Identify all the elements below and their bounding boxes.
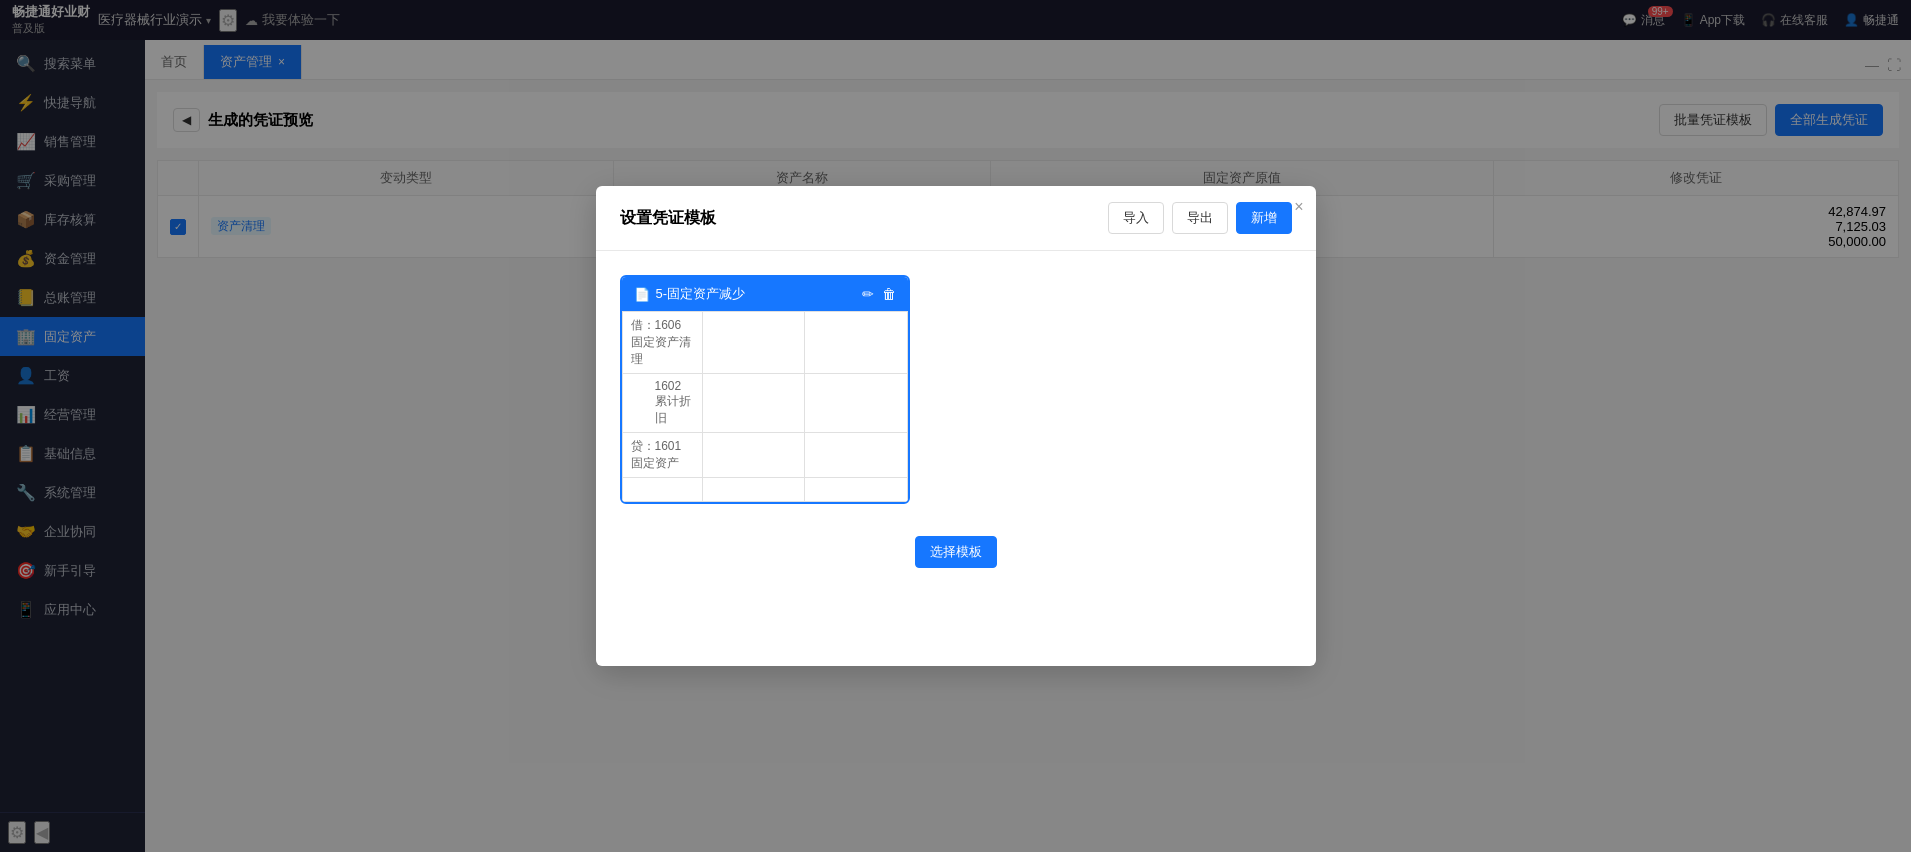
delete-template-btn[interactable]: 🗑	[882, 286, 896, 302]
document-icon: 📄	[634, 287, 650, 302]
card-title: 📄 5-固定资产减少	[634, 285, 746, 303]
entry-type-debit: 借：1606 固定资产清理	[622, 312, 702, 374]
main-area: 🔍 搜索菜单 ⚡ 快捷导航 📈 销售管理 🛒 采购管理 📦 库存核算	[0, 40, 1911, 852]
template-card: 📄 5-固定资产减少 ✏ 🗑	[620, 275, 910, 504]
import-btn[interactable]: 导入	[1108, 202, 1164, 234]
entry-type-credit: 贷：1601 固定资产	[622, 433, 702, 478]
modal-close-btn[interactable]: ×	[1294, 198, 1303, 216]
modal-dialog: 设置凭证模板 导入 导出 新增 ×	[596, 186, 1316, 666]
card-actions: ✏ 🗑	[862, 286, 896, 302]
template-list: 📄 5-固定资产减少 ✏ 🗑	[620, 275, 1292, 504]
template-entry-row: 1602 累计折旧	[622, 374, 907, 433]
edit-template-btn[interactable]: ✏	[862, 286, 874, 302]
template-entry-row: 借：1606 固定资产清理	[622, 312, 907, 374]
page-content: ◀ 生成的凭证预览 批量凭证模板 全部生成凭证 变动类型 资产名称	[145, 80, 1911, 852]
modal-overlay: 设置凭证模板 导入 导出 新增 ×	[145, 80, 1911, 852]
empty-cell	[805, 478, 908, 502]
template-empty-row	[622, 478, 907, 502]
template-table: 借：1606 固定资产清理 1602 累计折旧	[622, 311, 908, 502]
entry-type-indent: 1602 累计折旧	[622, 374, 702, 433]
entry-amount-col2	[805, 374, 908, 433]
modal-footer: 选择模板	[620, 520, 1292, 568]
entry-amount-col1	[702, 312, 805, 374]
entry-amount-col1	[702, 374, 805, 433]
template-card-header: 📄 5-固定资产减少 ✏ 🗑	[622, 277, 908, 311]
template-entry-row: 贷：1601 固定资产	[622, 433, 907, 478]
entry-amount-col1	[702, 433, 805, 478]
modal-header: 设置凭证模板 导入 导出 新增 ×	[596, 186, 1316, 251]
app-wrapper: 畅捷通好业财 普及版 医疗器械行业演示 ▾ ⚙ ☁ 我要体验一下 💬 消息 99…	[0, 0, 1911, 852]
modal-title: 设置凭证模板	[620, 208, 716, 229]
template-card-body: 借：1606 固定资产清理 1602 累计折旧	[622, 311, 908, 502]
new-template-btn[interactable]: 新增	[1236, 202, 1292, 234]
template-header-label: 5-固定资产减少	[656, 285, 746, 303]
export-btn[interactable]: 导出	[1172, 202, 1228, 234]
modal-header-actions: 导入 导出 新增	[1108, 202, 1292, 234]
entry-amount-col2	[805, 433, 908, 478]
modal-body: 📄 5-固定资产减少 ✏ 🗑	[596, 251, 1316, 666]
entry-amount-col2	[805, 312, 908, 374]
select-template-btn[interactable]: 选择模板	[915, 536, 997, 568]
empty-cell	[702, 478, 805, 502]
content-area: 首页 资产管理 × — ⛶ ◀ 生成的凭证预览	[145, 40, 1911, 852]
empty-cell	[622, 478, 702, 502]
